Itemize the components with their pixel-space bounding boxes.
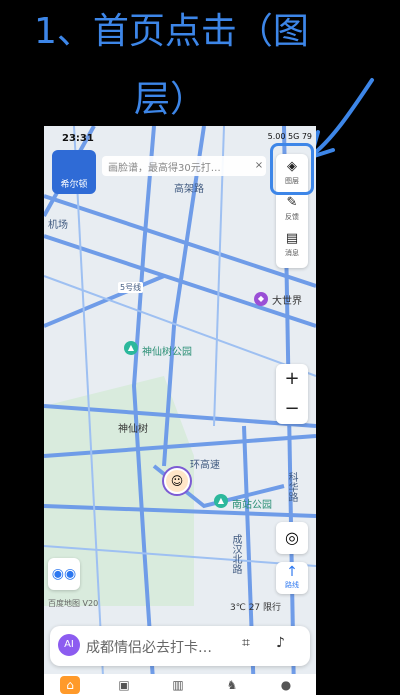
- promo-banner[interactable]: 画脸谱，最高得30元打…: [102, 156, 266, 176]
- poi-nanzhan-park[interactable]: 南站公园: [232, 496, 272, 511]
- road-label-raocheng: 环高速: [190, 460, 220, 471]
- zoom-out-button[interactable]: −: [276, 394, 308, 424]
- message-button[interactable]: ▤ 消息: [276, 228, 308, 264]
- status-indicators: 5.00 5G 79: [267, 132, 312, 141]
- park-pin-icon[interactable]: ▲: [124, 341, 138, 355]
- tab-travel[interactable]: ▥: [168, 676, 188, 694]
- highlight-box: [270, 143, 314, 195]
- message-label: 消息: [285, 249, 299, 257]
- search-bar[interactable]: AI 成都情侣必去打卡… ⌗ ♪: [50, 626, 310, 666]
- phone-screen: 23:31 5.00 5G 79 希尔顿 画脸谱，最高得30元打… × ◈ 图层…: [44, 126, 316, 695]
- feedback-button[interactable]: ✎ 反馈: [276, 192, 308, 228]
- hotel-badge[interactable]: 希尔顿: [52, 150, 96, 194]
- route-button[interactable]: ↑ 路线: [276, 562, 308, 594]
- user-location-avatar[interactable]: ☺: [164, 468, 190, 494]
- locate-button[interactable]: ◎: [276, 522, 308, 554]
- poi-pin-icon[interactable]: ◆: [254, 292, 268, 306]
- route-arrow-icon: ↑: [286, 564, 298, 580]
- caption-line-2: 层）: [134, 79, 207, 120]
- zoom-in-button[interactable]: +: [276, 364, 308, 394]
- road-label-gaojia: 高架路: [174, 184, 204, 195]
- zoom-control: + −: [276, 364, 308, 424]
- tab-ride[interactable]: ♞: [222, 676, 242, 694]
- crosshair-icon: ◎: [285, 528, 299, 547]
- binoculars-button[interactable]: ◉◉: [48, 558, 80, 590]
- promo-close-button[interactable]: ×: [252, 156, 266, 176]
- ai-assistant-icon[interactable]: AI: [58, 634, 80, 656]
- binoculars-icon: ◉◉: [51, 566, 77, 582]
- message-icon: ▤: [285, 231, 299, 246]
- road-sign: 5号线: [118, 282, 144, 293]
- road-label-kehua: 科华路: [286, 472, 297, 502]
- bottom-tab-bar: ⌂ ▣ ▥ ♞ ●: [44, 674, 316, 695]
- poi-shenxianshu[interactable]: 神仙树: [118, 420, 148, 435]
- caption-line-1: 1、首页点击（图: [34, 11, 309, 52]
- map-brand: 百度地图 V20: [48, 599, 99, 608]
- park-pin-icon-2[interactable]: ▲: [214, 494, 228, 508]
- road-label-left: 机场: [48, 220, 68, 231]
- poi-dashijie[interactable]: 大世界: [272, 292, 302, 307]
- weather-info[interactable]: 3℃ 27 限行: [230, 600, 281, 613]
- road-label-chenghan: 成汉北路: [230, 534, 241, 574]
- search-input[interactable]: 成都情侣必去打卡…: [86, 637, 212, 657]
- tab-home[interactable]: ⌂: [60, 676, 80, 694]
- tab-nearby[interactable]: ▣: [114, 676, 134, 694]
- feedback-label: 反馈: [285, 213, 299, 221]
- scan-icon[interactable]: ⌗: [242, 635, 250, 651]
- poi-shenxianshu-park[interactable]: 神仙树公园: [142, 343, 192, 358]
- mic-icon[interactable]: ♪: [276, 635, 285, 651]
- feedback-icon: ✎: [286, 195, 298, 210]
- route-label: 路线: [285, 581, 299, 589]
- tab-mine[interactable]: ●: [276, 676, 296, 694]
- status-time: 23:31: [62, 133, 94, 144]
